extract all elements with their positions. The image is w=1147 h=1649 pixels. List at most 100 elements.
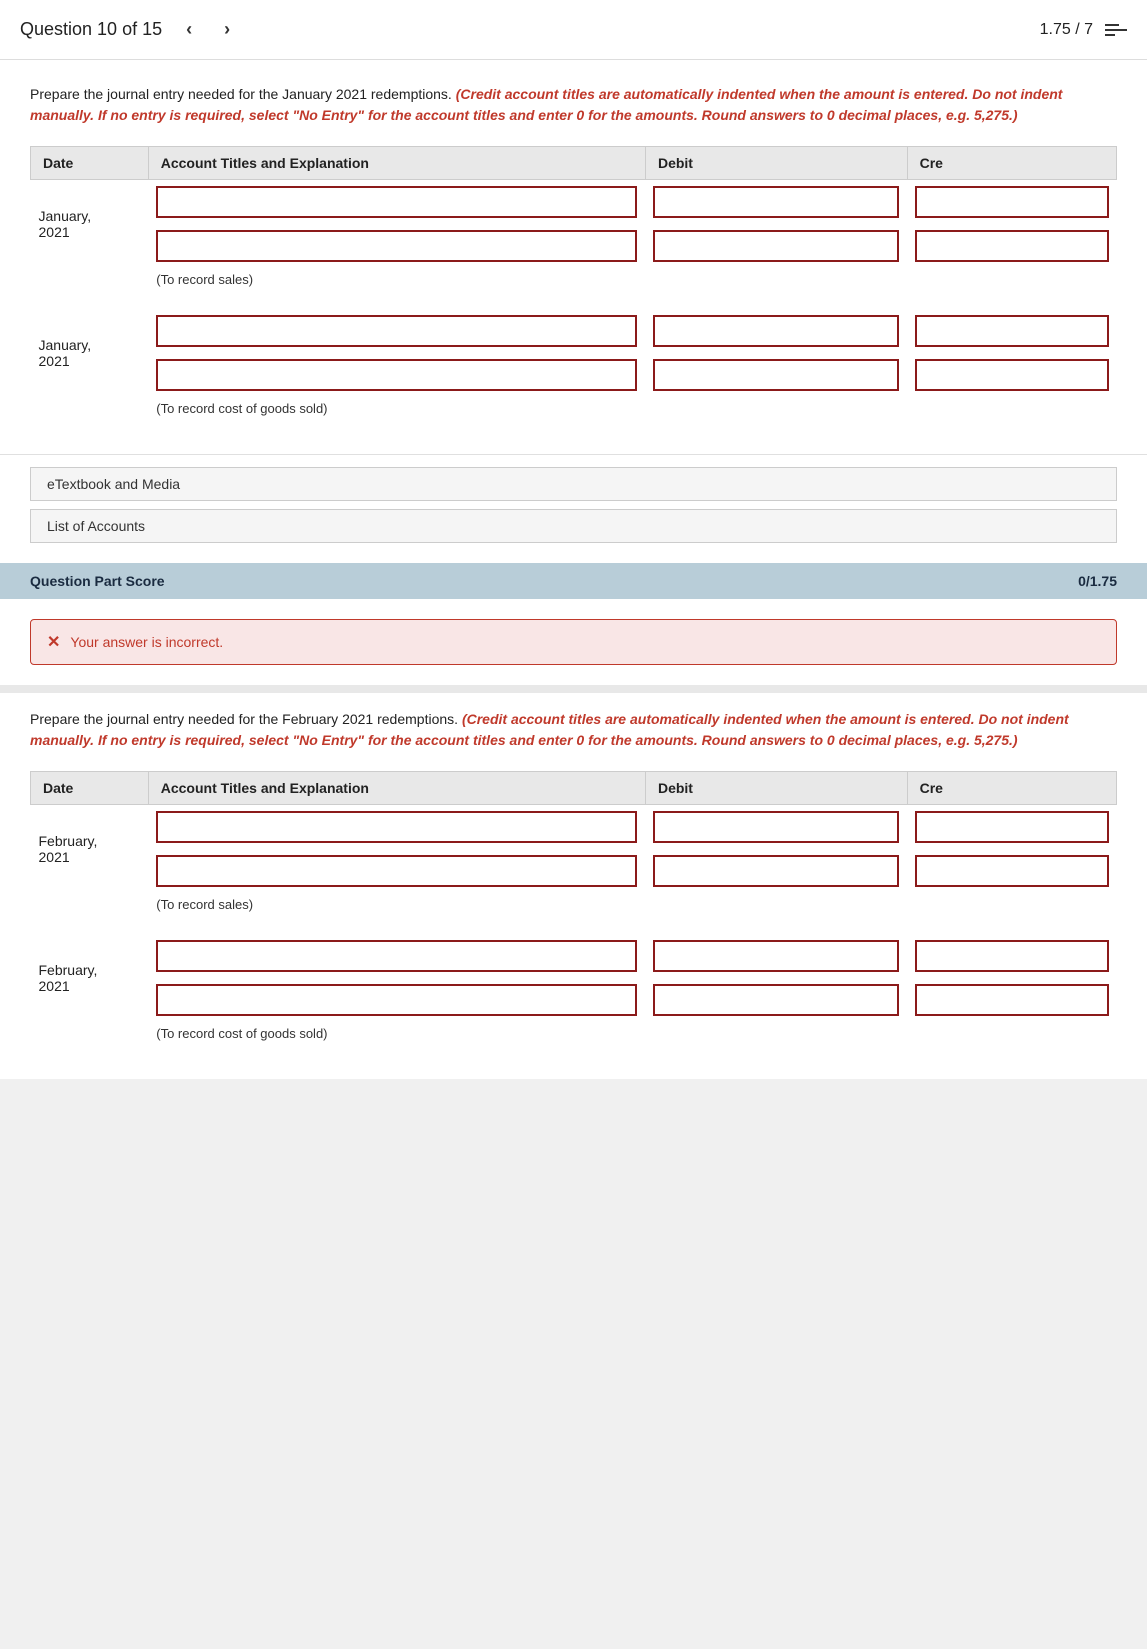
account-input-cell-3b (148, 849, 645, 893)
debit-input-cell-1b (645, 224, 907, 268)
nav-back-button[interactable]: ‹ (178, 14, 200, 45)
col-credit-1: Cre (907, 147, 1116, 180)
score-bar: Question Part Score 0/1.75 (0, 563, 1147, 599)
score-display: 1.75 / 7 (1040, 21, 1093, 39)
chevron-left-icon: ‹ (186, 19, 192, 39)
debit-input-1a[interactable] (653, 186, 899, 218)
top-header: Question 10 of 15 ‹ › 1.75 / 7 (0, 0, 1147, 60)
debit-input-3a[interactable] (653, 811, 899, 843)
spacer-row-2 (31, 922, 1117, 934)
col-date-1: Date (31, 147, 149, 180)
debit-input-3b[interactable] (653, 855, 899, 887)
table-header-row-1: Date Account Titles and Explanation Debi… (31, 147, 1117, 180)
account-input-3a[interactable] (156, 811, 637, 843)
header-right: 1.75 / 7 (1040, 21, 1127, 39)
debit-input-cell-4a (645, 934, 907, 978)
debit-input-1b[interactable] (653, 230, 899, 262)
credit-input-cell-1a (907, 180, 1116, 225)
table-row: February,2021 (31, 805, 1117, 850)
credit-input-cell-3a (907, 805, 1116, 850)
error-box: ✕ Your answer is incorrect. (30, 619, 1117, 665)
debit-input-4a[interactable] (653, 940, 899, 972)
chevron-right-icon: › (224, 19, 230, 39)
menu-icon[interactable] (1105, 24, 1127, 36)
list-accounts-button-1[interactable]: List of Accounts (30, 509, 1117, 543)
question-section-2: Prepare the journal entry needed for the… (0, 685, 1147, 1079)
menu-line-3 (1105, 34, 1115, 36)
score-bar-label: Question Part Score (30, 573, 165, 589)
credit-input-1a[interactable] (915, 186, 1108, 218)
debit-input-4b[interactable] (653, 984, 899, 1016)
account-input-cell-2a (148, 309, 645, 353)
account-input-3b[interactable] (156, 855, 637, 887)
credit-input-4b[interactable] (915, 984, 1108, 1016)
debit-input-2a[interactable] (653, 315, 899, 347)
debit-input-cell-3a (645, 805, 907, 850)
main-content: Prepare the journal entry needed for the… (0, 60, 1147, 1079)
utility-buttons-1: eTextbook and Media List of Accounts (0, 455, 1147, 555)
table-row: January,2021 (31, 309, 1117, 353)
note-empty-cell-1 (31, 268, 149, 297)
table-row: January,2021 (31, 180, 1117, 225)
note-row-cogs-1: (To record cost of goods sold) (31, 397, 1117, 426)
credit-input-3b[interactable] (915, 855, 1108, 887)
note-row-sales-1: (To record sales) (31, 268, 1117, 297)
account-input-4b[interactable] (156, 984, 637, 1016)
credit-input-cell-4b (907, 978, 1116, 1022)
date-feb-2: February,2021 (31, 934, 149, 1022)
score-bar-value: 0/1.75 (1078, 573, 1117, 589)
instruction-2: Prepare the journal entry needed for the… (30, 709, 1117, 751)
instruction-plain-2: Prepare the journal entry needed for the… (30, 711, 458, 727)
etextbook-button-1[interactable]: eTextbook and Media (30, 467, 1117, 501)
account-input-1a[interactable] (156, 186, 637, 218)
debit-input-cell-1a (645, 180, 907, 225)
account-input-2a[interactable] (156, 315, 637, 347)
menu-line-1 (1105, 24, 1119, 26)
note-cogs-2: (To record cost of goods sold) (148, 1022, 1116, 1051)
debit-input-cell-4b (645, 978, 907, 1022)
debit-input-cell-2a (645, 309, 907, 353)
note-empty-cell-4 (31, 1022, 149, 1051)
header-left: Question 10 of 15 ‹ › (20, 14, 238, 45)
date-jan-2: January,2021 (31, 309, 149, 397)
account-input-cell-2b (148, 353, 645, 397)
account-input-4a[interactable] (156, 940, 637, 972)
table-row (31, 224, 1117, 268)
note-sales-2: (To record sales) (148, 893, 1116, 922)
table-row (31, 849, 1117, 893)
date-feb-1: February,2021 (31, 805, 149, 894)
date-jan-1: January,2021 (31, 180, 149, 269)
note-row-sales-2: (To record sales) (31, 893, 1117, 922)
credit-input-cell-2b (907, 353, 1116, 397)
debit-input-cell-2b (645, 353, 907, 397)
instruction-1: Prepare the journal entry needed for the… (30, 84, 1117, 126)
credit-input-2b[interactable] (915, 359, 1108, 391)
spacer-row-1 (31, 297, 1117, 309)
menu-line-2 (1105, 29, 1127, 31)
journal-table-1: Date Account Titles and Explanation Debi… (30, 146, 1117, 426)
nav-forward-button[interactable]: › (216, 14, 238, 45)
credit-input-cell-1b (907, 224, 1116, 268)
col-account-2: Account Titles and Explanation (148, 772, 645, 805)
error-icon: ✕ (47, 632, 60, 652)
note-empty-cell-3 (31, 893, 149, 922)
credit-input-3a[interactable] (915, 811, 1108, 843)
debit-input-cell-3b (645, 849, 907, 893)
account-input-1b[interactable] (156, 230, 637, 262)
credit-input-cell-2a (907, 309, 1116, 353)
credit-input-cell-4a (907, 934, 1116, 978)
note-sales-1: (To record sales) (148, 268, 1116, 297)
table-header-row-2: Date Account Titles and Explanation Debi… (31, 772, 1117, 805)
debit-input-2b[interactable] (653, 359, 899, 391)
error-message: Your answer is incorrect. (70, 634, 223, 650)
account-input-2b[interactable] (156, 359, 637, 391)
note-row-cogs-2: (To record cost of goods sold) (31, 1022, 1117, 1051)
col-credit-2: Cre (907, 772, 1116, 805)
table-row (31, 353, 1117, 397)
note-cogs-1: (To record cost of goods sold) (148, 397, 1116, 426)
credit-input-1b[interactable] (915, 230, 1108, 262)
credit-input-2a[interactable] (915, 315, 1108, 347)
credit-input-4a[interactable] (915, 940, 1108, 972)
col-date-2: Date (31, 772, 149, 805)
account-input-cell-3a (148, 805, 645, 850)
